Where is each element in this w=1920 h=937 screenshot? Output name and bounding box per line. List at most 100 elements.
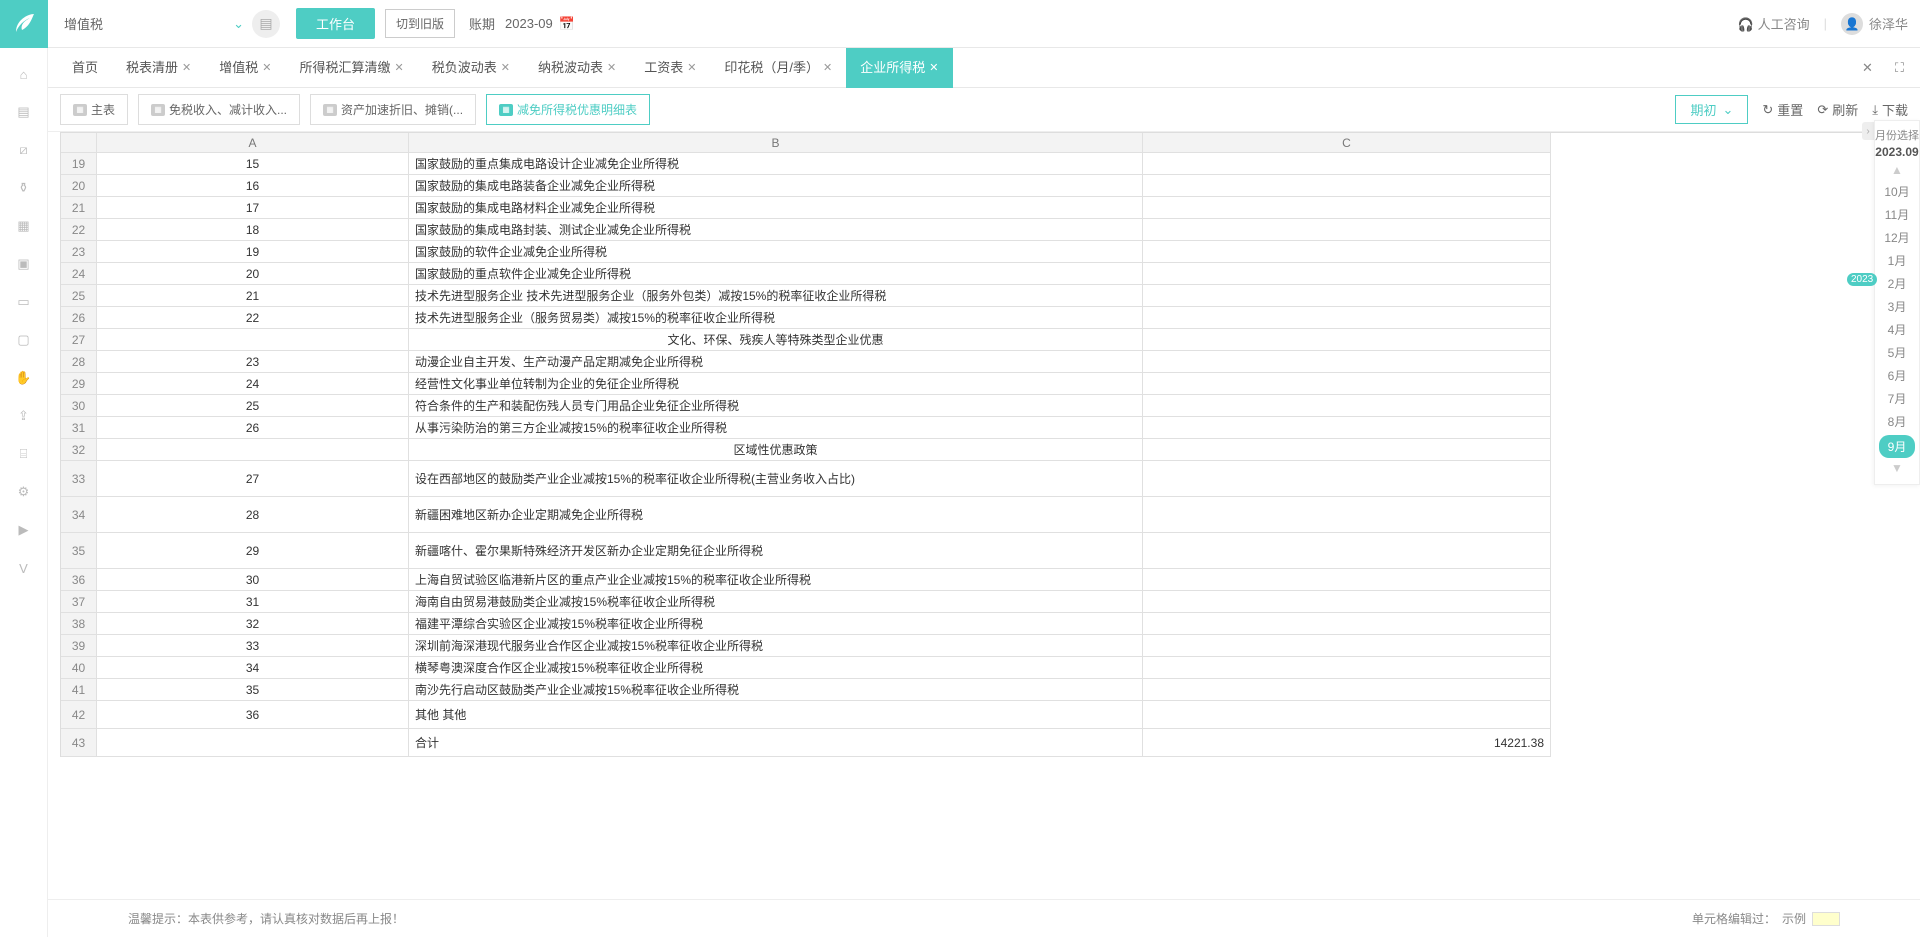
v-icon[interactable]: V — [14, 558, 34, 578]
refresh-button[interactable]: ⟳刷新 — [1817, 100, 1858, 119]
row-number[interactable]: 35 — [61, 533, 97, 569]
cell-c[interactable] — [1143, 417, 1551, 439]
close-icon[interactable]: ✕ — [929, 48, 938, 88]
tab-8[interactable]: 企业所得税✕ — [846, 48, 952, 88]
cell-b[interactable]: 国家鼓励的重点软件企业减免企业所得税 — [409, 263, 1143, 285]
cell-a[interactable]: 15 — [97, 153, 409, 175]
cell-a[interactable]: 19 — [97, 241, 409, 263]
close-icon[interactable]: ✕ — [607, 48, 616, 88]
cell-b[interactable]: 国家鼓励的重点集成电路设计企业减免企业所得税 — [409, 153, 1143, 175]
month-item[interactable]: 1月 — [1875, 249, 1919, 272]
cell-c[interactable] — [1143, 679, 1551, 701]
tab-0[interactable]: 首页 — [58, 48, 112, 88]
cell-c[interactable] — [1143, 307, 1551, 329]
image-icon[interactable]: ▢ — [14, 330, 34, 350]
cell-c[interactable] — [1143, 591, 1551, 613]
download-button[interactable]: ⤓下载 — [1872, 100, 1908, 119]
cell-c[interactable] — [1143, 533, 1551, 569]
row-number[interactable]: 27 — [61, 329, 97, 351]
cell-b[interactable]: 国家鼓励的集成电路材料企业减免企业所得税 — [409, 197, 1143, 219]
subtab-3[interactable]: ▦减免所得税优惠明细表 — [486, 94, 650, 125]
close-icon[interactable]: ✕ — [501, 48, 510, 88]
row-number[interactable]: 39 — [61, 635, 97, 657]
home-icon[interactable]: ⌂ — [14, 64, 34, 84]
month-item[interactable]: 7月 — [1875, 387, 1919, 410]
cell-b[interactable]: 经营性文化事业单位转制为企业的免征企业所得税 — [409, 373, 1143, 395]
subtab-2[interactable]: ▦资产加速折旧、摊销(... — [310, 94, 476, 125]
row-number[interactable]: 26 — [61, 307, 97, 329]
cell-c[interactable] — [1143, 153, 1551, 175]
cell-b[interactable]: 动漫企业自主开发、生产动漫产品定期减免企业所得税 — [409, 351, 1143, 373]
cell-c[interactable] — [1143, 569, 1551, 591]
cell-a[interactable]: 30 — [97, 569, 409, 591]
row-number[interactable]: 23 — [61, 241, 97, 263]
spreadsheet[interactable]: ABC1915国家鼓励的重点集成电路设计企业减免企业所得税2016国家鼓励的集成… — [48, 132, 1920, 899]
row-number[interactable]: 19 — [61, 153, 97, 175]
col-header-C[interactable]: C — [1143, 133, 1551, 153]
cell-c[interactable] — [1143, 373, 1551, 395]
cell-b[interactable]: 福建平潭综合实验区企业减按15%税率征收企业所得税 — [409, 613, 1143, 635]
close-icon[interactable]: ✕ — [395, 48, 404, 88]
tab-2[interactable]: 增值税✕ — [205, 48, 285, 88]
cell-b[interactable]: 新疆困难地区新办企业定期减免企业所得税 — [409, 497, 1143, 533]
close-icon[interactable]: ✕ — [823, 48, 832, 88]
app-logo[interactable] — [0, 0, 48, 48]
tab-3[interactable]: 所得税汇算清缴✕ — [285, 48, 417, 88]
cell-b[interactable]: 深圳前海深港现代服务业合作区企业减按15%税率征收企业所得税 — [409, 635, 1143, 657]
cell-a[interactable]: 18 — [97, 219, 409, 241]
reset-button[interactable]: ↻重置 — [1762, 100, 1803, 119]
cell-a[interactable] — [97, 439, 409, 461]
switch-old-button[interactable]: 切到旧版 — [385, 9, 455, 38]
col-header-A[interactable]: A — [97, 133, 409, 153]
doc-icon[interactable]: ▤ — [252, 10, 280, 38]
chart-icon[interactable]: ⧄ — [14, 140, 34, 160]
cell-a[interactable]: 35 — [97, 679, 409, 701]
outbox-icon[interactable]: ⇪ — [14, 406, 34, 426]
id-icon[interactable]: ▭ — [14, 292, 34, 312]
cell-c[interactable] — [1143, 635, 1551, 657]
cell-a[interactable]: 17 — [97, 197, 409, 219]
month-up-icon[interactable]: ▲ — [1875, 163, 1919, 177]
close-icon[interactable]: ✕ — [182, 48, 191, 88]
month-down-icon[interactable]: ▼ — [1875, 461, 1919, 475]
row-number[interactable]: 38 — [61, 613, 97, 635]
cell-a[interactable]: 26 — [97, 417, 409, 439]
cell-c[interactable] — [1143, 497, 1551, 533]
row-number[interactable]: 22 — [61, 219, 97, 241]
cell-c[interactable] — [1143, 701, 1551, 729]
col-header-B[interactable]: B — [409, 133, 1143, 153]
cell-b[interactable]: 国家鼓励的集成电路封装、测试企业减免企业所得税 — [409, 219, 1143, 241]
cell-c[interactable] — [1143, 263, 1551, 285]
user-chip[interactable]: 👤 徐泽华 — [1841, 13, 1908, 35]
cell-a[interactable]: 31 — [97, 591, 409, 613]
row-number[interactable]: 29 — [61, 373, 97, 395]
cell-b[interactable]: 技术先进型服务企业 技术先进型服务企业（服务外包类）减按15%的税率征收企业所得… — [409, 285, 1143, 307]
month-item[interactable]: 5月 — [1875, 341, 1919, 364]
month-item[interactable]: 8月 — [1875, 410, 1919, 433]
month-item[interactable]: 12月 — [1875, 226, 1919, 249]
cell-c[interactable] — [1143, 241, 1551, 263]
row-number[interactable]: 36 — [61, 569, 97, 591]
cell-a[interactable] — [97, 329, 409, 351]
month-item[interactable]: 2月 — [1875, 272, 1919, 295]
tab-7[interactable]: 印花税（月/季）✕ — [710, 48, 846, 88]
cell-c[interactable] — [1143, 285, 1551, 307]
row-number[interactable]: 20 — [61, 175, 97, 197]
calendar-icon[interactable]: 📅 — [559, 16, 575, 32]
cell-b[interactable]: 横琴粤澳深度合作区企业减按15%税率征收企业所得税 — [409, 657, 1143, 679]
month-item[interactable]: 11月 — [1875, 203, 1919, 226]
cell-a[interactable]: 20 — [97, 263, 409, 285]
row-number[interactable]: 41 — [61, 679, 97, 701]
cell-a[interactable]: 23 — [97, 351, 409, 373]
hand-icon[interactable]: ✋ — [14, 368, 34, 388]
row-number[interactable]: 30 — [61, 395, 97, 417]
cell-a[interactable]: 32 — [97, 613, 409, 635]
compute-icon[interactable]: ▣ — [14, 254, 34, 274]
cell-b[interactable]: 南沙先行启动区鼓励类产业企业减按15%税率征收企业所得税 — [409, 679, 1143, 701]
cell-b[interactable]: 区域性优惠政策 — [409, 439, 1143, 461]
cell-c[interactable]: 14221.38 — [1143, 729, 1551, 757]
cell-c[interactable] — [1143, 197, 1551, 219]
cell-c[interactable] — [1143, 219, 1551, 241]
play-icon[interactable]: ▶ — [14, 520, 34, 540]
cell-b[interactable]: 合计 — [409, 729, 1143, 757]
